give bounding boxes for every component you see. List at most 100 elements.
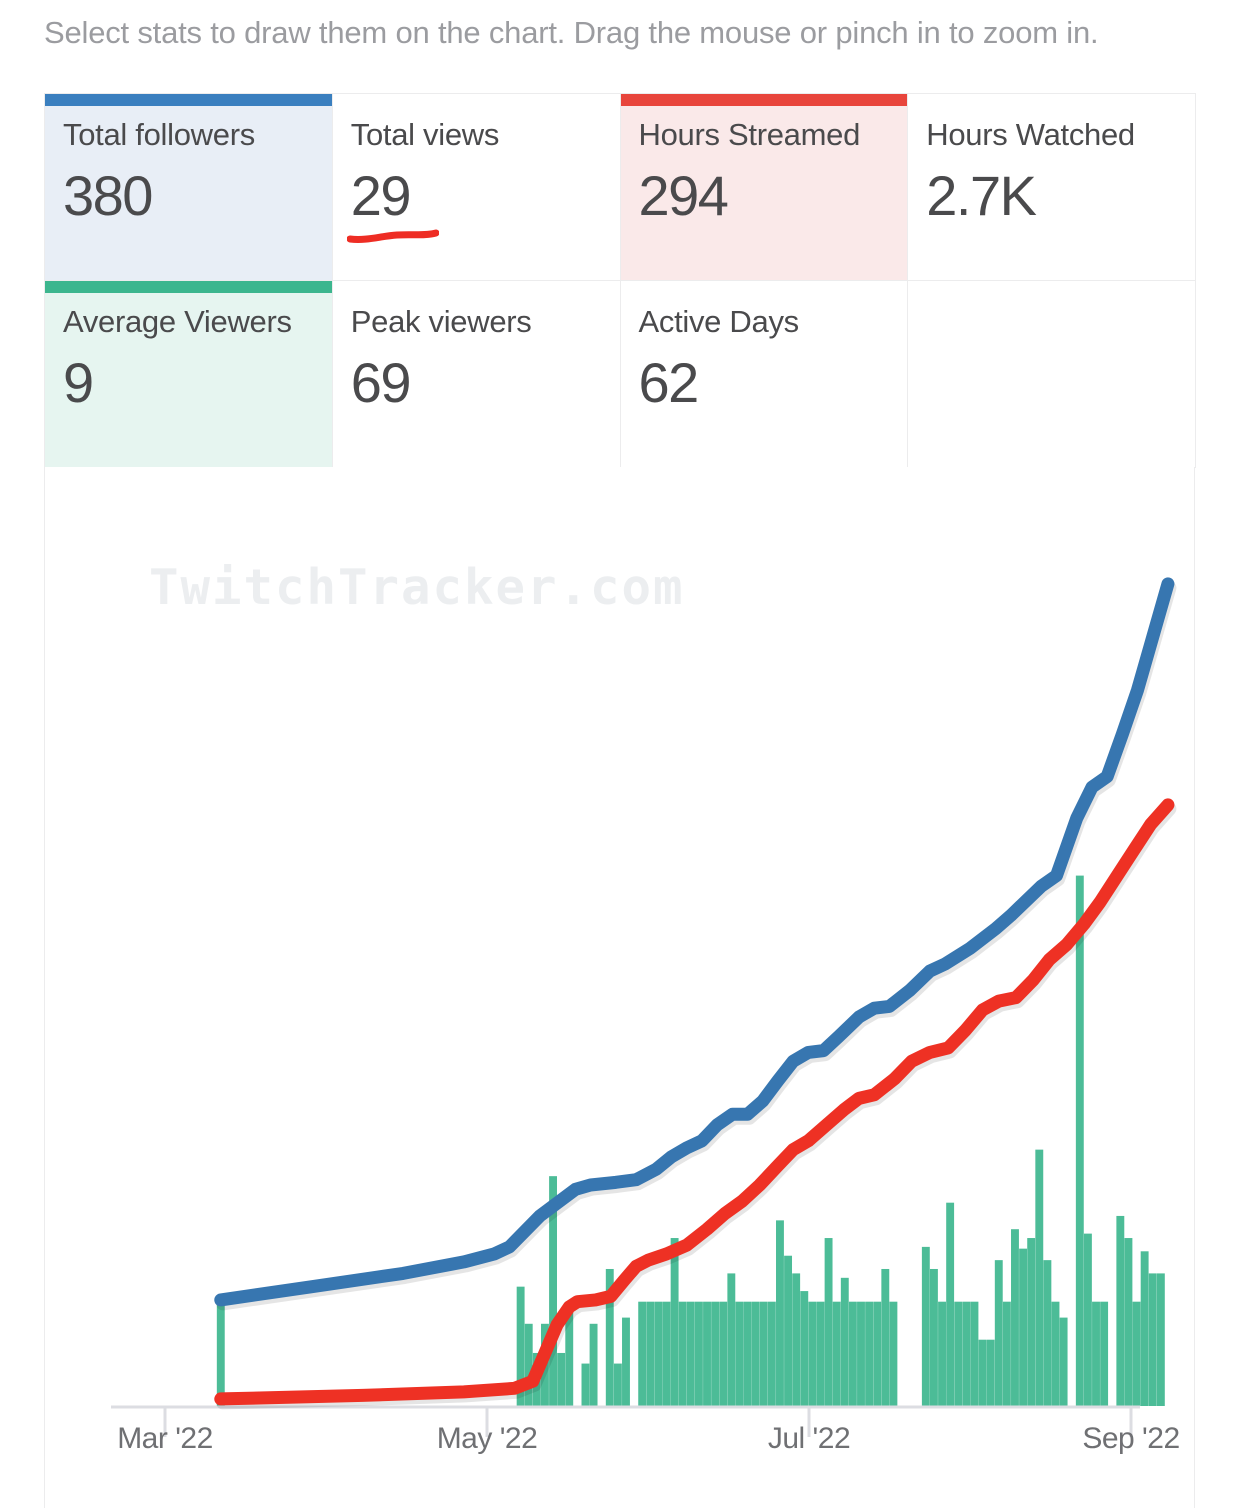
red-underline-annotation [346,229,439,244]
stat-card-active-days[interactable]: Active Days 62 [619,281,908,468]
chart-bar [929,1268,938,1406]
stat-value: 69 [350,351,412,415]
stat-accent-bar [45,281,332,293]
stat-label: Total followers [63,117,255,152]
chart-bar [1019,1248,1028,1406]
chart-line-shadow [216,581,1177,1311]
chart-bar [824,1238,833,1406]
chart-bar [986,1339,995,1406]
chart-bar [767,1301,776,1406]
chart-bar [1132,1301,1141,1406]
chart-bar [800,1291,809,1406]
stat-accent-bar [621,281,908,293]
stat-accent-bar [620,94,908,106]
chart-bar [881,1268,890,1406]
chart-bar [557,1352,566,1406]
chart-bar [784,1255,793,1406]
chart-bar [719,1301,728,1406]
chart-bar [751,1301,760,1406]
chart-bar [703,1301,711,1406]
chart-bar [654,1301,663,1406]
chart-bar [865,1301,874,1406]
chart-bar [662,1301,671,1406]
stats-grid: Total followers 380 Total views 29 Hours… [44,93,1196,468]
chart-bar [735,1301,744,1406]
chart-bar [970,1301,979,1406]
chart-bar [743,1301,752,1406]
chart-bar [638,1301,647,1406]
chart-bar [1156,1273,1165,1406]
stats-row-2: Average Viewers 9 Peak viewers 69 Active… [44,281,1195,468]
chart-bar [759,1301,768,1406]
chart-bar [1043,1260,1052,1406]
chart-bar [216,1299,225,1406]
chart-bar [848,1301,857,1406]
stat-card-total-followers[interactable]: Total followers 380 [44,94,332,281]
chart-bar [1075,875,1084,1406]
chart-bar [962,1301,971,1406]
stat-value: 380 [63,164,153,228]
x-axis-tick-labels: Mar '22 May '22 Jul '22 Sep '22 [45,1422,1194,1482]
stat-label: Peak viewers [350,304,532,339]
chart-bar [792,1273,801,1406]
stat-accent-bar [908,94,1195,106]
chart-bar [1092,1301,1100,1406]
chart-bar [938,1301,946,1406]
chart-bar [686,1301,695,1406]
stat-value-text: 29 [350,164,412,228]
chart-bar [954,1301,963,1406]
chart-plot[interactable] [45,467,1195,1508]
stat-card-hours-watched[interactable]: Hours Watched 2.7K [907,94,1195,281]
stat-value: 2.7K [926,164,1037,228]
stat-accent-bar [45,94,332,106]
chart-bar [1140,1251,1149,1406]
chart-bar [921,1246,930,1406]
stat-accent-bar [333,94,620,106]
stat-label: Average Viewers [63,304,292,339]
x-tick-label: Jul '22 [767,1422,851,1455]
chart-bar [1027,1238,1036,1406]
line-blue-layer [214,577,1177,1311]
chart-bar [727,1273,736,1406]
stat-label: Active Days [638,304,800,339]
chart-bar [832,1301,841,1406]
chart-bar [978,1339,987,1406]
x-tick-label: Sep '22 [1082,1422,1180,1455]
chart-bar [1011,1229,1019,1406]
stat-label: Total views [350,117,500,152]
chart-bar [808,1301,817,1406]
stat-accent-bar [333,281,620,293]
chart-bar [613,1363,622,1406]
chart-bar [589,1323,598,1406]
chart-bar [889,1301,898,1406]
chart-bar [1100,1301,1109,1406]
stat-card-peak-viewers[interactable]: Peak viewers 69 [331,281,620,468]
chart-bar [1124,1238,1133,1406]
chart-bar [694,1301,703,1406]
chart-bar [873,1301,882,1406]
chart-bar [581,1363,590,1406]
chart-bar [1116,1215,1125,1406]
chart-bar [1148,1273,1157,1406]
stat-card-average-viewers[interactable]: Average Viewers 9 [44,281,332,468]
chart-bar [1059,1317,1068,1406]
x-tick-label: May '22 [436,1422,538,1455]
chart-bar [678,1301,687,1406]
chart-bar [840,1277,849,1406]
chart-bar [1002,1301,1011,1406]
stat-label: Hours Watched [926,117,1135,152]
stats-row-1: Total followers 380 Total views 29 Hours… [44,94,1195,281]
chart-bar [711,1301,720,1406]
chart-bar [622,1317,630,1406]
chart-bar [1051,1301,1060,1406]
chart-panel[interactable]: TwitchTracker.com Mar '22 May '22 Jul '2… [44,467,1195,1508]
chart-bar [646,1301,655,1406]
chart-bar [1035,1149,1044,1406]
stat-card-hours-streamed[interactable]: Hours Streamed 294 [619,94,908,281]
stat-card-total-views[interactable]: Total views 29 [331,94,620,281]
chart-bar [994,1260,1003,1406]
stat-value: 62 [638,351,700,415]
x-tick-label: Mar '22 [117,1422,213,1455]
stat-label: Hours Streamed [638,117,861,152]
stat-accent-bar [908,281,1195,293]
